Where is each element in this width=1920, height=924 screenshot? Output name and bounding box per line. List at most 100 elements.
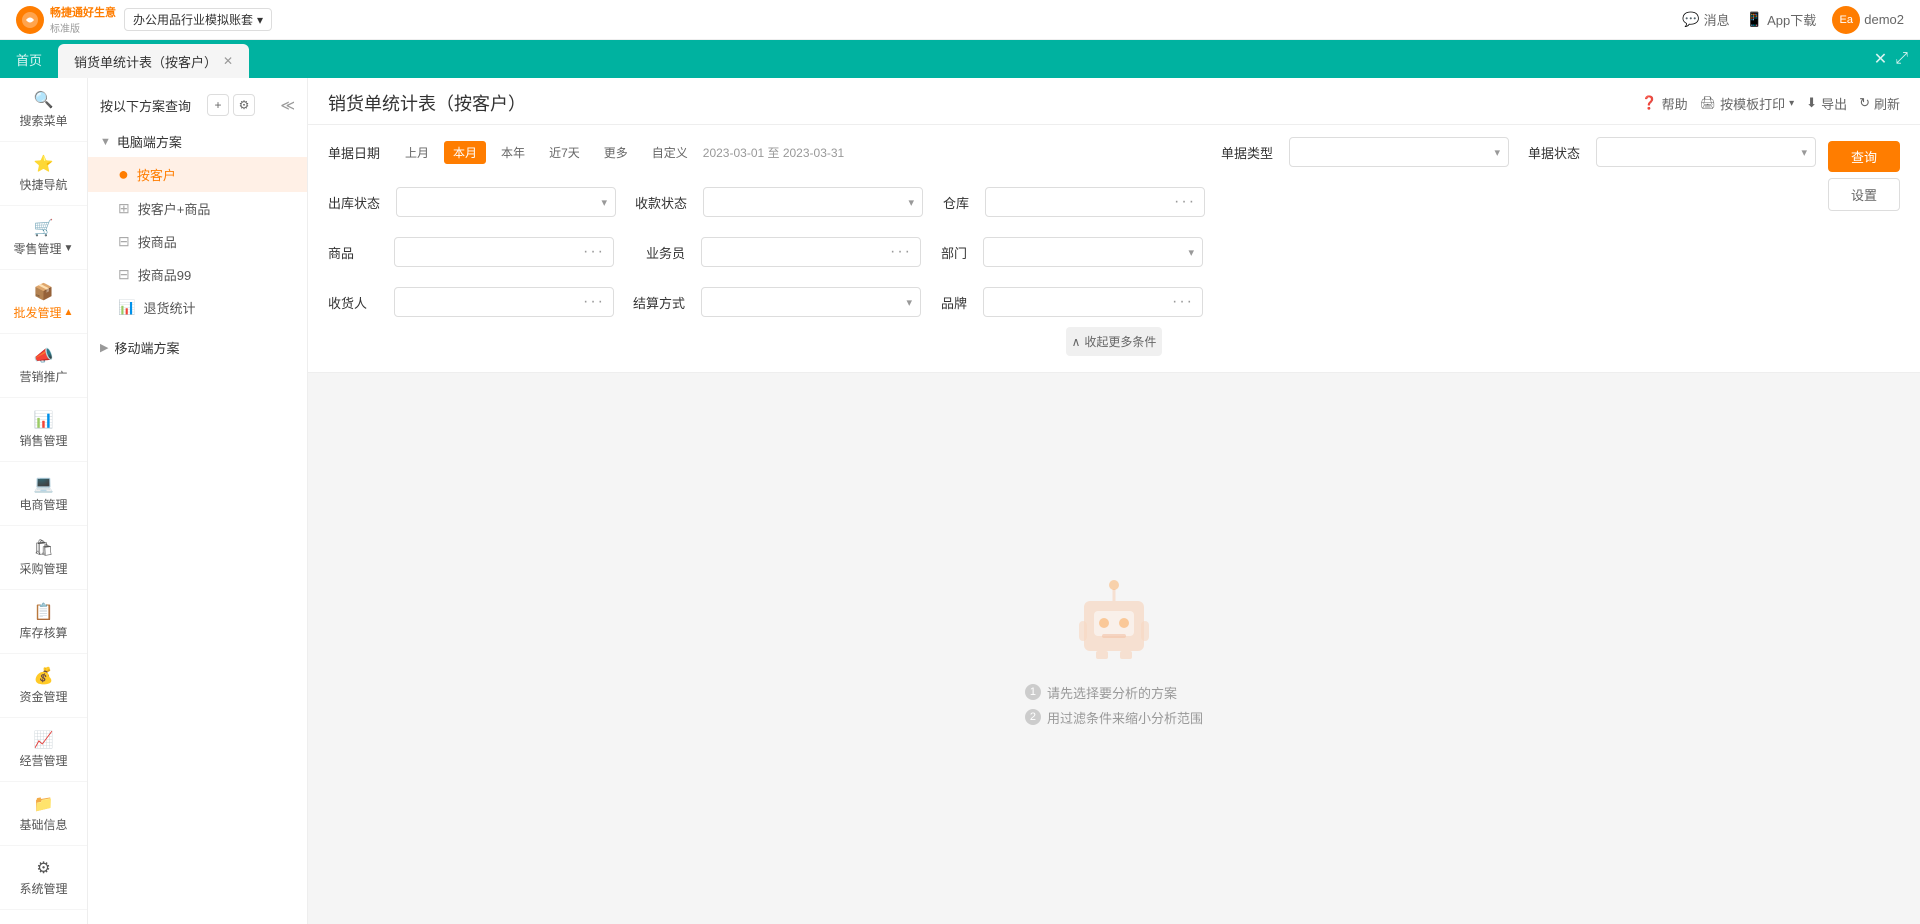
doc-type-arrow-icon: ▾	[1494, 146, 1500, 159]
mobile-group-header[interactable]: ▶ 移动端方案	[88, 332, 307, 363]
sidebar-item-marketing[interactable]: 📣 营销推广	[0, 334, 87, 398]
panel-collapse-btn[interactable]: ≪	[280, 97, 295, 114]
tab-sales-report[interactable]: 销货单统计表（按客户） ✕	[58, 44, 249, 78]
sidebar-item-search[interactable]: 🔍 搜索菜单	[0, 78, 87, 142]
print-btn[interactable]: 🖨 按模板打印 ▾	[1700, 94, 1795, 113]
left-panel-header: 按以下方案查询 + ⚙ ≪	[88, 88, 307, 122]
settle-arrow-icon: ▾	[906, 296, 912, 309]
settle-select[interactable]: ▾	[701, 287, 921, 317]
export-icon: ⬇	[1806, 95, 1817, 111]
wholesale-icon: 📦	[34, 282, 54, 302]
scheme-item-customer-goods[interactable]: ⊞ 按客户+商品	[88, 192, 307, 225]
payment-status-select[interactable]: ▾	[703, 187, 923, 217]
purchase-icon: 🛍	[33, 538, 53, 558]
sidebar-item-nav[interactable]: ⭐ 快捷导航	[0, 142, 87, 206]
filter-section: 单据日期 上月 本月 本年 近7天 更多 自定义 2023-03-01 至 20…	[328, 137, 1816, 317]
tab-close-icon[interactable]: ✕	[1874, 49, 1887, 69]
main-layout: 🔍 搜索菜单 ⭐ 快捷导航 🛒 零售管理 ▼ 📦 批发管理 ▲ 📣 营销推广	[0, 78, 1920, 924]
out-status-arrow-icon: ▾	[601, 196, 607, 209]
export-btn[interactable]: ⬇ 导出	[1806, 94, 1847, 113]
dept-select[interactable]: ▾	[983, 237, 1203, 267]
logo-area: 畅捷通好生意 标准版	[16, 4, 116, 35]
date-range-text: 2023-03-01 至 2023-03-31	[703, 144, 844, 161]
refresh-btn[interactable]: ↻ 刷新	[1859, 94, 1900, 113]
tab-close-btn[interactable]: ✕	[223, 54, 233, 68]
chevron-up-icon: ▲	[64, 307, 74, 318]
list2-icon: ⊟	[118, 266, 130, 283]
date-more-btn[interactable]: 更多	[595, 141, 637, 164]
date-quick-buttons: 上月 本月 本年 近7天 更多 自定义 2023-03-01 至 2023-03…	[396, 141, 1202, 164]
out-status-select[interactable]: ▾	[396, 187, 616, 217]
page-actions: ❓ 帮助 🖨 按模板打印 ▾ ⬇ 导出 ↻ 刷新	[1641, 94, 1900, 113]
right-buttons: 查询 设置	[1828, 137, 1900, 211]
receiver-select[interactable]: ···	[394, 287, 614, 317]
industry-selector[interactable]: 办公用品行业模拟账套 ▾	[124, 8, 272, 31]
scheme-item-goods99[interactable]: ⊟ 按商品99	[88, 258, 307, 291]
message-btn[interactable]: 💬 消息	[1682, 10, 1729, 29]
goods-label: 商品	[328, 243, 378, 262]
sidebar: 🔍 搜索菜单 ⭐ 快捷导航 🛒 零售管理 ▼ 📦 批发管理 ▲ 📣 营销推广	[0, 78, 88, 924]
tab-maximize-icon[interactable]: ⤢	[1895, 50, 1908, 68]
date-label: 单据日期	[328, 143, 380, 162]
empty-hints: 1 请先选择要分析的方案 2 用过滤条件来缩小分析范围	[1025, 683, 1203, 733]
date-last-month-btn[interactable]: 上月	[396, 141, 438, 164]
help-btn[interactable]: ❓ 帮助	[1641, 94, 1687, 113]
filter-row-2: 出库状态 ▾ 收款状态 ▾ 仓库	[328, 187, 1816, 217]
logo-icon	[16, 6, 44, 34]
date-this-month-btn[interactable]: 本月	[444, 141, 486, 164]
logo-text: 畅捷通好生意 标准版	[50, 4, 116, 35]
date-7days-btn[interactable]: 近7天	[540, 141, 589, 164]
tab-home[interactable]: 首页	[0, 40, 58, 78]
operation-icon: 📈	[34, 730, 54, 750]
print-icon: 🖨	[1700, 95, 1717, 111]
sidebar-item-collab[interactable]: 🤝 企业协同	[0, 910, 87, 924]
sidebar-item-system[interactable]: ⚙ 系统管理	[0, 846, 87, 910]
user-menu[interactable]: Ea demo2	[1832, 6, 1904, 34]
scheme-settings-btn[interactable]: ⚙	[233, 94, 255, 116]
add-scheme-btn[interactable]: +	[207, 94, 229, 116]
refresh-icon: ↻	[1859, 95, 1870, 111]
app-download-btn[interactable]: 📱 App下载	[1746, 10, 1817, 29]
retail-icon: 🛒	[34, 218, 54, 238]
system-icon: ⚙	[36, 858, 50, 878]
scheme-item-customer[interactable]: ● 按客户	[88, 157, 307, 192]
date-custom-btn[interactable]: 自定义	[643, 141, 697, 164]
doc-type-label: 单据类型	[1218, 143, 1273, 162]
sidebar-item-wholesale[interactable]: 📦 批发管理 ▲	[0, 270, 87, 334]
goods-select[interactable]: ···	[394, 237, 614, 267]
doc-status-label: 单据状态	[1525, 143, 1580, 162]
warehouse-label: 仓库	[939, 193, 969, 212]
date-this-year-btn[interactable]: 本年	[492, 141, 534, 164]
staff-dots: ···	[890, 243, 912, 261]
sidebar-item-ecommerce[interactable]: 💻 电商管理	[0, 462, 87, 526]
sidebar-item-finance[interactable]: 💰 资金管理	[0, 654, 87, 718]
query-btn[interactable]: 查询	[1828, 141, 1900, 172]
doc-type-select[interactable]: ▾	[1289, 137, 1509, 167]
sidebar-item-inventory[interactable]: 📋 库存核算	[0, 590, 87, 654]
content-area: 按以下方案查询 + ⚙ ≪ ▼ 电脑端方案 ● 按客户	[88, 78, 1920, 924]
mobile-scheme-group: ▶ 移动端方案	[88, 328, 307, 367]
doc-status-select[interactable]: ▾	[1596, 137, 1816, 167]
collapse-btn[interactable]: ∧ 收起更多条件	[1066, 327, 1163, 356]
left-panel: 按以下方案查询 + ⚙ ≪ ▼ 电脑端方案 ● 按客户	[88, 78, 308, 924]
staff-select[interactable]: ···	[701, 237, 921, 267]
print-dropdown-icon: ▾	[1789, 98, 1794, 109]
sidebar-item-basic[interactable]: 📁 基础信息	[0, 782, 87, 846]
desktop-group-header[interactable]: ▼ 电脑端方案	[88, 126, 307, 157]
scheme-item-goods[interactable]: ⊟ 按商品	[88, 225, 307, 258]
top-header: 畅捷通好生意 标准版 办公用品行业模拟账套 ▾ 💬 消息 📱 App下载 Ea …	[0, 0, 1920, 40]
settings-btn[interactable]: 设置	[1828, 178, 1900, 211]
scheme-item-return[interactable]: 📊 退货统计	[88, 291, 307, 324]
sales-icon: 📊	[34, 410, 54, 430]
warehouse-select[interactable]: ···	[985, 187, 1205, 217]
page-title: 销货单统计表（按客户）	[328, 90, 526, 116]
sidebar-item-retail[interactable]: 🛒 零售管理 ▼	[0, 206, 87, 270]
sidebar-item-sales[interactable]: 📊 销售管理	[0, 398, 87, 462]
brand-select[interactable]: ···	[983, 287, 1203, 317]
filter-actions-row: 单据日期 上月 本月 本年 近7天 更多 自定义 2023-03-01 至 20…	[328, 137, 1900, 317]
sidebar-item-operation[interactable]: 📈 经营管理	[0, 718, 87, 782]
hint-item-2: 2 用过滤条件来缩小分析范围	[1025, 708, 1203, 727]
payment-status-label: 收款状态	[632, 193, 687, 212]
brand-dots: ···	[1172, 293, 1194, 311]
sidebar-item-purchase[interactable]: 🛍 采购管理	[0, 526, 87, 590]
